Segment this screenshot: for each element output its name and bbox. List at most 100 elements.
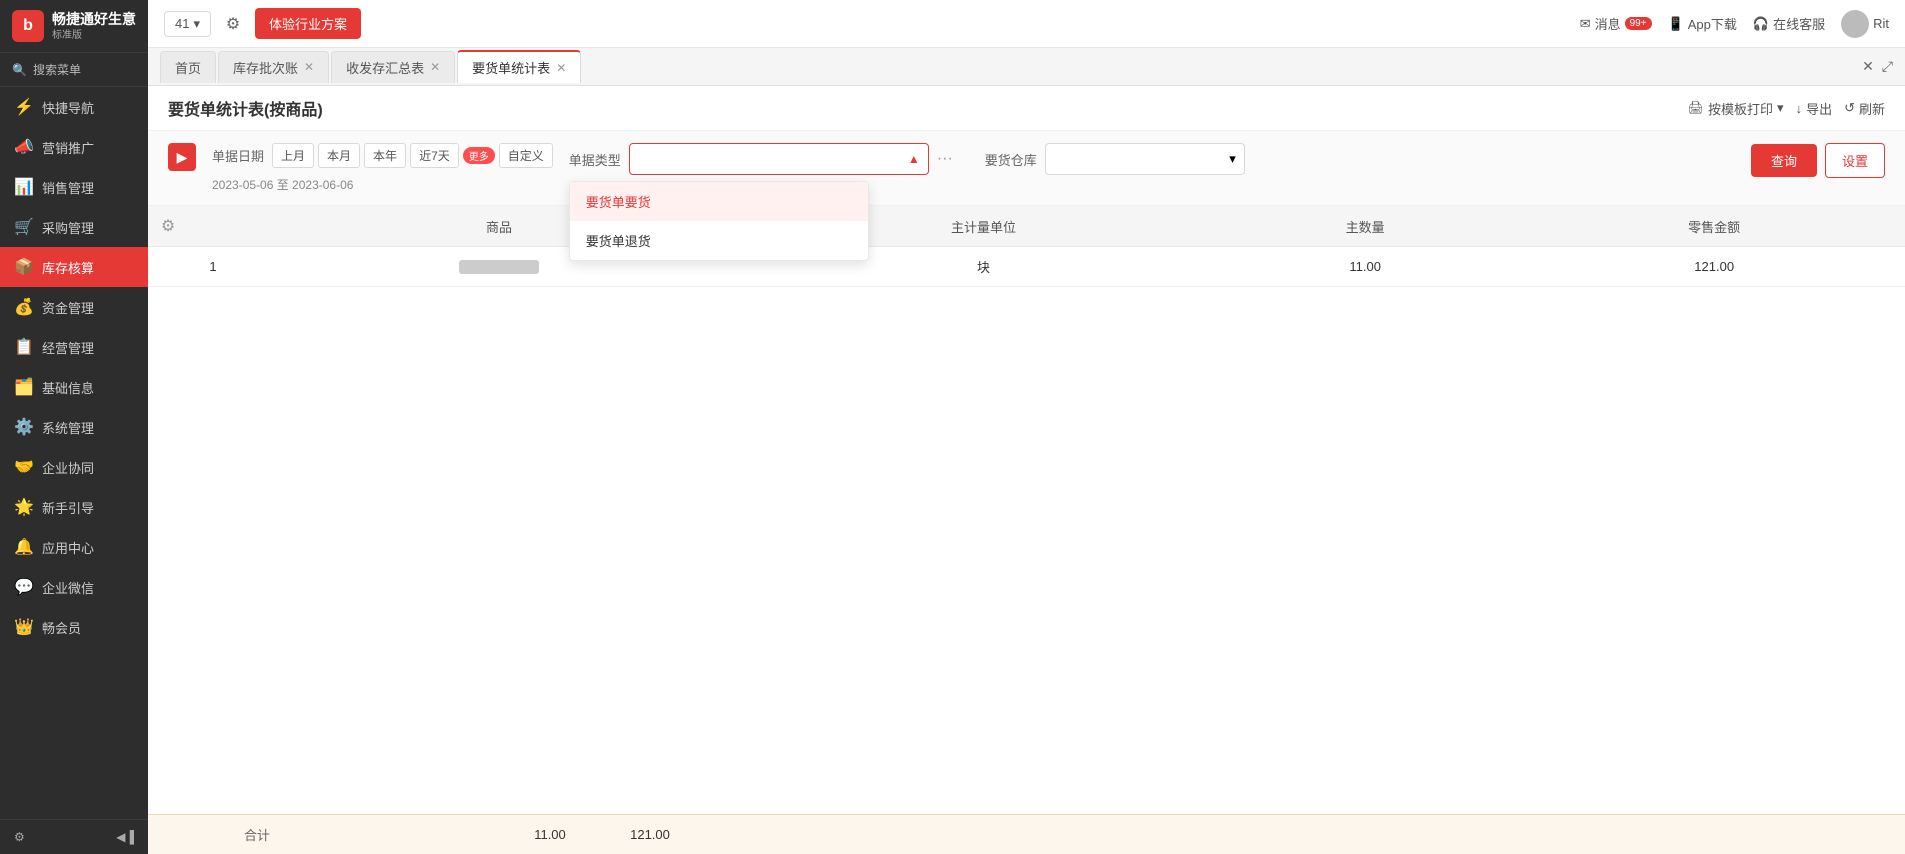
message-icon: ✉ xyxy=(1580,16,1591,32)
td-seq: 1 xyxy=(188,247,238,287)
collapse-button[interactable]: ◀▐ xyxy=(116,830,134,844)
tab-home[interactable]: 首页 xyxy=(160,51,216,83)
filter-settings-button[interactable]: 设置 xyxy=(1825,143,1885,178)
sidebar-item-marketing[interactable]: 📣 营销推广 xyxy=(0,127,148,167)
settings-icon[interactable]: ⚙ xyxy=(14,830,25,844)
shortcut-custom[interactable]: 自定义 xyxy=(499,143,553,168)
sidebar-item-inventory[interactable]: 📦 库存核算 xyxy=(0,247,148,287)
sidebar-item-purchase[interactable]: 🛒 采购管理 xyxy=(0,207,148,247)
tab-order-stats[interactable]: 要货单统计表 ✕ xyxy=(457,50,581,83)
sidebar-item-guide[interactable]: 🌟 新手引导 xyxy=(0,487,148,527)
phone-icon: 📱 xyxy=(1668,16,1684,32)
sales-icon: 📊 xyxy=(14,177,34,197)
chevron-down-icon: ▾ xyxy=(1229,151,1236,167)
sidebar-item-operations[interactable]: 📋 经营管理 xyxy=(0,327,148,367)
member-icon: 👑 xyxy=(14,617,34,637)
messages-badge: 99+ xyxy=(1625,17,1652,30)
avatar xyxy=(1841,10,1869,38)
th-qty: 主数量 xyxy=(1207,206,1523,247)
type-select-box[interactable]: ▲ xyxy=(629,143,929,175)
table-settings-icon[interactable]: ⚙ xyxy=(161,218,175,235)
warehouse-input[interactable]: ▾ xyxy=(1045,143,1245,175)
type-more-button[interactable]: ··· xyxy=(937,150,953,168)
date-shortcuts: 上月 本月 本年 近7天 更多 自定义 xyxy=(272,143,553,168)
print-action[interactable]: 🖨 按模板打印 ▾ xyxy=(1688,99,1784,118)
shortcut-7days[interactable]: 近7天 xyxy=(410,143,459,168)
tab-batch-close[interactable]: ✕ xyxy=(304,60,314,74)
tabs-bar: 首页 库存批次账 ✕ 收发存汇总表 ✕ 要货单统计表 ✕ ✕ ⤢ xyxy=(148,48,1905,86)
filter-area: ▶ 单据日期 上月 本月 本年 近7天 更多 自定义 2023-05-06 至 … xyxy=(148,131,1905,206)
type-filter-container: 单据类型 ▲ ··· 要货单要货 要货单退货 xyxy=(569,143,953,175)
td-amount: 121.00 xyxy=(1523,247,1905,287)
close-all-icon[interactable]: ✕ xyxy=(1862,58,1874,75)
filter-expand-button[interactable]: ▶ xyxy=(168,143,196,171)
shortcut-last-month[interactable]: 上月 xyxy=(272,143,314,168)
store-selector[interactable]: 41 ▾ xyxy=(164,11,211,37)
logo-icon: b xyxy=(12,10,44,42)
topbar-left: 41 ▾ ⚙ 体验行业方案 xyxy=(164,8,361,39)
table-container: ⚙ 商品 主计量单位 主数量 零售金额 1 xyxy=(148,206,1905,814)
user-profile-item[interactable]: Rit xyxy=(1841,10,1889,38)
type-filter-row: 单据类型 ▲ ··· xyxy=(569,143,953,175)
sidebar-nav: ⚡ 快捷导航 📣 营销推广 📊 销售管理 🛒 采购管理 📦 库存核算 💰 资金管… xyxy=(0,87,148,819)
sidebar-search-item[interactable]: 🔍 搜索菜单 xyxy=(0,53,148,87)
tab-summary[interactable]: 收发存汇总表 ✕ xyxy=(331,51,455,83)
wechat-icon: 💬 xyxy=(14,577,34,597)
app-download-item[interactable]: 📱 App下载 xyxy=(1668,14,1737,33)
sidebar-item-member[interactable]: 👑 畅会员 xyxy=(0,607,148,647)
filter-right-buttons: 查询 设置 xyxy=(1751,143,1885,178)
query-button[interactable]: 查询 xyxy=(1751,144,1817,177)
footer-amount: 121.00 xyxy=(600,827,700,842)
date-label: 单据日期 xyxy=(212,146,264,165)
print-dropdown-icon: ▾ xyxy=(1777,100,1784,116)
td-settings xyxy=(148,247,188,287)
warehouse-label: 要货仓库 xyxy=(985,150,1037,169)
type-option-order[interactable]: 要货单要货 xyxy=(570,182,868,221)
sidebar: b 畅捷通好生意 标准版 🔍 搜索菜单 ⚡ 快捷导航 📣 营销推广 📊 销售管理… xyxy=(0,0,148,854)
warehouse-filter: 要货仓库 ▾ xyxy=(985,143,1245,175)
footer-label: 合计 xyxy=(160,825,500,844)
date-filter-row: 单据日期 上月 本月 本年 近7天 更多 自定义 xyxy=(212,143,553,168)
chevron-down-icon: ▾ xyxy=(193,16,200,32)
page-title: 要货单统计表(按商品) xyxy=(168,96,323,120)
sidebar-item-appstore[interactable]: 🔔 应用中心 xyxy=(0,527,148,567)
expand-icon[interactable]: ⤢ xyxy=(1882,58,1893,75)
sidebar-item-basic[interactable]: 🗂️ 基础信息 xyxy=(0,367,148,407)
sidebar-item-finance[interactable]: 💰 资金管理 xyxy=(0,287,148,327)
operations-icon: 📋 xyxy=(14,337,34,357)
tab-order-stats-close[interactable]: ✕ xyxy=(556,61,566,75)
messages-item[interactable]: ✉ 消息 99+ xyxy=(1580,14,1652,33)
refresh-action[interactable]: ↺ 刷新 xyxy=(1844,99,1885,118)
tabs-right-controls: ✕ ⤢ xyxy=(1862,58,1893,75)
shortcut-this-year[interactable]: 本年 xyxy=(364,143,406,168)
more-badge[interactable]: 更多 xyxy=(463,147,495,164)
sidebar-item-system[interactable]: ⚙️ 系统管理 xyxy=(0,407,148,447)
shortcut-this-month[interactable]: 本月 xyxy=(318,143,360,168)
type-dropdown-menu: 要货单要货 要货单退货 xyxy=(569,181,869,261)
type-option-return[interactable]: 要货单退货 xyxy=(570,221,868,260)
topbar-right: ✉ 消息 99+ 📱 App下载 🎧 在线客服 Rit xyxy=(1580,10,1889,38)
sidebar-item-sales[interactable]: 📊 销售管理 xyxy=(0,167,148,207)
sidebar-item-quicknav[interactable]: ⚡ 快捷导航 xyxy=(0,87,148,127)
sidebar-item-cooperation[interactable]: 🤝 企业协同 xyxy=(0,447,148,487)
sidebar-logo: b 畅捷通好生意 标准版 xyxy=(0,0,148,53)
export-action[interactable]: ↓ 导出 xyxy=(1796,99,1833,118)
tab-summary-close[interactable]: ✕ xyxy=(430,60,440,74)
topbar: 41 ▾ ⚙ 体验行业方案 ✉ 消息 99+ 📱 App下载 🎧 在线客服 R xyxy=(148,0,1905,48)
page-title-bar: 要货单统计表(按商品) 🖨 按模板打印 ▾ ↓ 导出 ↺ 刷新 xyxy=(148,86,1905,131)
tab-batch[interactable]: 库存批次账 ✕ xyxy=(218,51,329,83)
main-area: 41 ▾ ⚙ 体验行业方案 ✉ 消息 99+ 📱 App下载 🎧 在线客服 R xyxy=(148,0,1905,854)
online-service-item[interactable]: 🎧 在线客服 xyxy=(1753,14,1825,33)
footer-qty: 11.00 xyxy=(500,827,600,842)
date-range-display: 2023-05-06 至 2023-06-06 xyxy=(212,176,353,193)
table-settings-col: ⚙ xyxy=(148,206,188,247)
export-icon: ↓ xyxy=(1796,101,1803,116)
settings-button[interactable]: ⚙ xyxy=(219,10,247,38)
industry-button[interactable]: 体验行业方案 xyxy=(255,8,361,39)
date-filter-group: 单据日期 上月 本月 本年 近7天 更多 自定义 2023-05-06 至 20… xyxy=(212,143,553,193)
product-placeholder xyxy=(459,260,539,274)
system-icon: ⚙️ xyxy=(14,417,34,437)
sidebar-item-wechat[interactable]: 💬 企业微信 xyxy=(0,567,148,607)
basic-icon: 🗂️ xyxy=(14,377,34,397)
page-content: 要货单统计表(按商品) 🖨 按模板打印 ▾ ↓ 导出 ↺ 刷新 ▶ xyxy=(148,86,1905,854)
